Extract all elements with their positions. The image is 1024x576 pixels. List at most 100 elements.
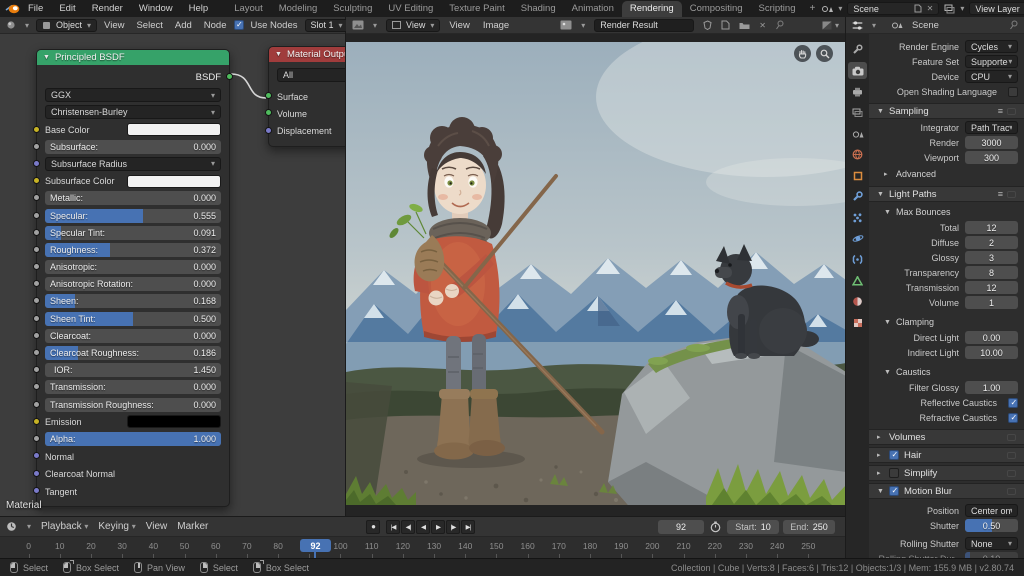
menu-item[interactable]: Add	[175, 20, 192, 31]
image-browse-chevron[interactable]: ▾	[581, 21, 585, 30]
feature-set-dropdown[interactable]: Supported▾	[965, 55, 1018, 68]
expand-icon[interactable]: ▸	[877, 451, 884, 459]
fake-user-icon[interactable]	[703, 20, 712, 30]
base-color-swatch[interactable]	[127, 123, 221, 136]
menu-item[interactable]: View	[449, 20, 469, 31]
workspace-tab[interactable]: UV Editing	[380, 1, 441, 18]
pin-icon[interactable]	[1009, 20, 1018, 30]
unlink-image-icon[interactable]: ✕	[759, 21, 766, 30]
tab-particles[interactable]	[848, 209, 867, 226]
editor-type-icon[interactable]	[852, 21, 863, 30]
display-channels-dropdown[interactable]: ▾	[822, 21, 839, 30]
node-material-output[interactable]: ▼ Material Output All Surface Volume Dis…	[268, 46, 345, 147]
socket-value[interactable]	[33, 349, 40, 356]
bsdf-output-socket[interactable]	[226, 73, 233, 80]
tab-scene[interactable]	[848, 125, 867, 142]
editor-type-chevron[interactable]: ▾	[27, 522, 31, 531]
presets-icon[interactable]: ≡	[998, 106, 1003, 116]
max-bounces-subpanel[interactable]: ▼Max Bounces	[869, 205, 1024, 219]
socket-value[interactable]	[33, 263, 40, 270]
socket-value[interactable]	[33, 246, 40, 253]
node-principled-bsdf[interactable]: ▼ Principled BSDF BSDF GGX▾ Christensen-…	[36, 49, 230, 507]
panel-options-icon[interactable]	[1007, 488, 1016, 495]
surface-socket[interactable]	[265, 92, 272, 99]
menu-item[interactable]: Help	[181, 3, 217, 14]
tab-physics[interactable]	[848, 230, 867, 247]
filter-glossy-field[interactable]: 1.00	[965, 381, 1018, 394]
socket-value[interactable]	[33, 383, 40, 390]
expand-icon[interactable]: ▼	[877, 488, 884, 495]
transport-button[interactable]: |▶	[446, 520, 460, 534]
socket-value[interactable]	[33, 212, 40, 219]
editor-type-icon[interactable]	[352, 20, 364, 30]
volumes-panel-header[interactable]: ▸ Volumes	[869, 429, 1024, 445]
socket-vector[interactable]	[33, 487, 40, 494]
menu-item[interactable]: Image	[483, 20, 509, 31]
render-engine-dropdown[interactable]: Cycles▾	[965, 40, 1018, 53]
transport-button[interactable]: ▶	[431, 520, 445, 534]
zoom-gizmo[interactable]	[816, 45, 833, 62]
clamping-subpanel[interactable]: ▼Clamping	[869, 315, 1024, 329]
emission-color-swatch[interactable]	[127, 415, 221, 428]
expand-icon[interactable]: ▸	[877, 433, 884, 441]
record-button[interactable]: ●	[366, 520, 380, 534]
workspace-tab[interactable]: Scripting	[751, 1, 804, 18]
panel-options-icon[interactable]	[1007, 452, 1016, 459]
socket-value[interactable]	[33, 194, 40, 201]
workspace-tab[interactable]: Shading	[513, 1, 564, 18]
tab-constraints[interactable]	[848, 251, 867, 268]
view-layer-icon[interactable]	[944, 4, 955, 14]
editor-type-chevron[interactable]: ▾	[25, 21, 29, 30]
delete-scene-icon[interactable]: ✕	[927, 4, 934, 13]
bounce-field[interactable]: 8	[965, 266, 1018, 279]
tab-object[interactable]	[848, 167, 867, 184]
tab-output[interactable]	[848, 83, 867, 100]
socket-color[interactable]	[33, 126, 40, 133]
advanced-subpanel[interactable]: ▸Advanced	[869, 167, 1024, 181]
pan-gizmo[interactable]	[794, 45, 811, 62]
integrator-dropdown[interactable]: Path Tracing▾	[965, 121, 1018, 134]
workspace-tab[interactable]: Modeling	[271, 1, 326, 18]
blender-logo-icon[interactable]	[5, 3, 20, 14]
tab-view-layer[interactable]	[848, 104, 867, 121]
timeline-ruler[interactable]: 0102030405060708090100110120130140150160…	[0, 537, 845, 558]
clamp-field[interactable]: 0.00	[965, 331, 1018, 344]
tab-render[interactable]	[848, 62, 867, 79]
editor-type-chevron[interactable]: ▾	[373, 21, 377, 30]
panel-options-icon[interactable]	[1007, 470, 1016, 477]
expand-icon[interactable]: ▼	[877, 108, 884, 115]
material-output-header[interactable]: ▼ Material Output	[269, 47, 345, 62]
menu-item[interactable]: Node	[204, 20, 227, 31]
samples-render-field[interactable]: 3000	[965, 136, 1018, 149]
socket-value[interactable]	[33, 143, 40, 150]
socket-value[interactable]	[33, 280, 40, 287]
display-mode-dropdown[interactable]: View ▾	[386, 19, 440, 32]
socket-value[interactable]	[33, 435, 40, 442]
tab-tool[interactable]	[848, 41, 867, 58]
view-layer-selector[interactable]: View Layer ✕	[969, 2, 1024, 15]
panel-options-icon[interactable]	[1007, 434, 1016, 441]
menu-item[interactable]: Window	[131, 3, 181, 14]
socket-value[interactable]	[33, 366, 40, 373]
editor-type-icon[interactable]	[6, 521, 17, 532]
workspace-tab[interactable]: Rendering	[622, 1, 682, 18]
pin-icon[interactable]	[775, 20, 784, 30]
frame-start-field[interactable]: Start:10	[727, 520, 779, 534]
clamp-field[interactable]: 10.00	[965, 346, 1018, 359]
scene-icon[interactable]	[821, 4, 833, 14]
scene-selector[interactable]: Scene ✕	[847, 2, 939, 15]
menu-item[interactable]: Edit	[51, 3, 83, 14]
displacement-socket[interactable]	[265, 127, 272, 134]
transport-button[interactable]: |◀	[386, 520, 400, 534]
workspace-tab[interactable]: Sculpting	[325, 1, 380, 18]
transport-button[interactable]: ▶|	[461, 520, 475, 534]
socket-value[interactable]	[33, 315, 40, 322]
socket-vector[interactable]	[33, 452, 40, 459]
collapse-icon[interactable]: ▼	[43, 54, 50, 61]
new-scene-icon[interactable]	[914, 4, 922, 13]
tab-texture[interactable]	[848, 314, 867, 331]
sampling-panel-header[interactable]: ▼ Sampling ≡	[869, 103, 1024, 119]
bounce-field[interactable]: 3	[965, 251, 1018, 264]
menu-item[interactable]: File	[20, 3, 51, 14]
workspace-tab[interactable]: Layout	[226, 1, 271, 18]
